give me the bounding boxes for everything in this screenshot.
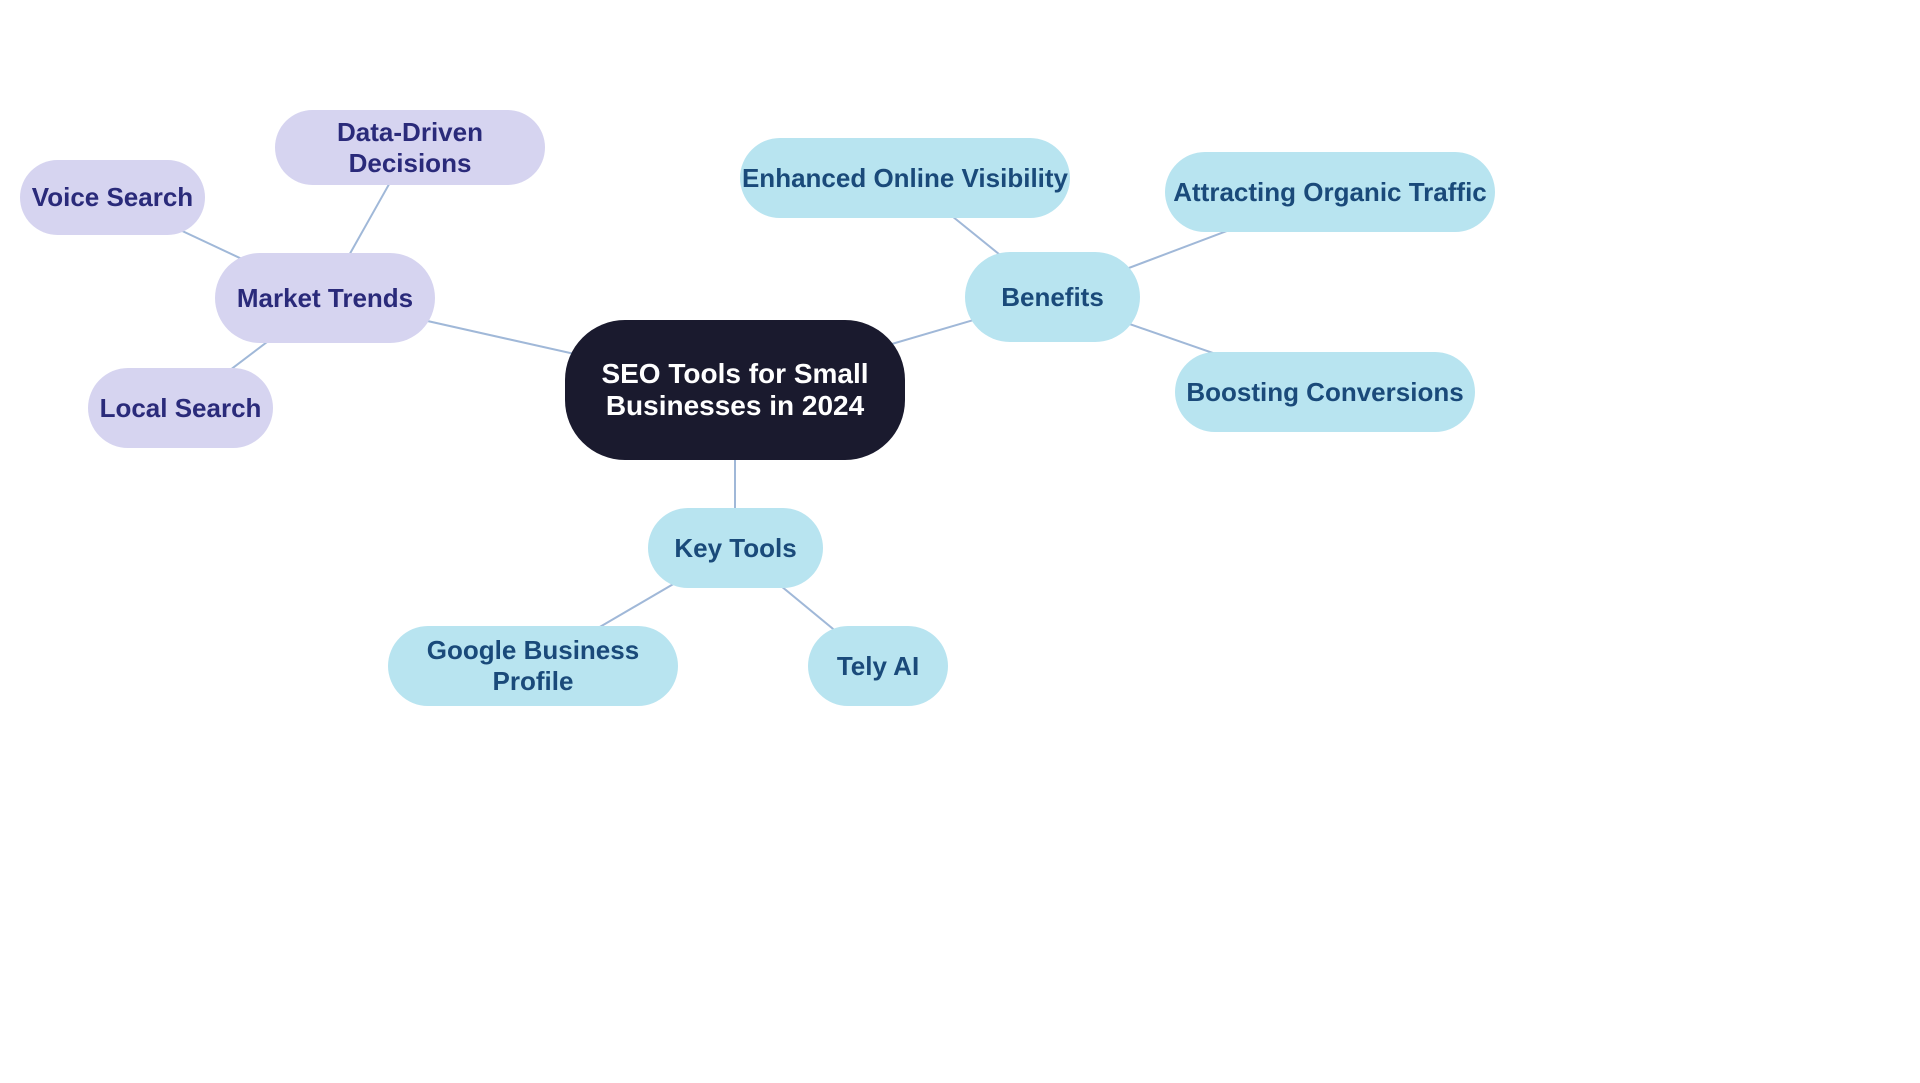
key-tools-node[interactable]: Key Tools bbox=[648, 508, 823, 588]
voice-search-node[interactable]: Voice Search bbox=[20, 160, 205, 235]
tely-ai-node[interactable]: Tely AI bbox=[808, 626, 948, 706]
market-trends-node[interactable]: Market Trends bbox=[215, 253, 435, 343]
attracting-label: Attracting Organic Traffic bbox=[1173, 177, 1487, 208]
benefits-label: Benefits bbox=[1001, 282, 1104, 313]
tely-label: Tely AI bbox=[837, 651, 919, 682]
market-trends-label: Market Trends bbox=[237, 283, 413, 314]
local-search-node[interactable]: Local Search bbox=[88, 368, 273, 448]
boosting-label: Boosting Conversions bbox=[1186, 377, 1463, 408]
enhanced-label: Enhanced Online Visibility bbox=[742, 163, 1068, 194]
center-node: SEO Tools for Small Businesses in 2024 bbox=[565, 320, 905, 460]
attracting-traffic-node[interactable]: Attracting Organic Traffic bbox=[1165, 152, 1495, 232]
voice-search-label: Voice Search bbox=[32, 182, 193, 213]
enhanced-visibility-node[interactable]: Enhanced Online Visibility bbox=[740, 138, 1070, 218]
key-tools-label: Key Tools bbox=[674, 533, 796, 564]
google-business-profile-node[interactable]: Google Business Profile bbox=[388, 626, 678, 706]
data-driven-node[interactable]: Data-Driven Decisions bbox=[275, 110, 545, 185]
boosting-conversions-node[interactable]: Boosting Conversions bbox=[1175, 352, 1475, 432]
local-search-label: Local Search bbox=[100, 393, 262, 424]
data-driven-label: Data-Driven Decisions bbox=[275, 117, 545, 179]
center-label: SEO Tools for Small Businesses in 2024 bbox=[565, 358, 905, 422]
google-label: Google Business Profile bbox=[388, 635, 678, 697]
benefits-node[interactable]: Benefits bbox=[965, 252, 1140, 342]
